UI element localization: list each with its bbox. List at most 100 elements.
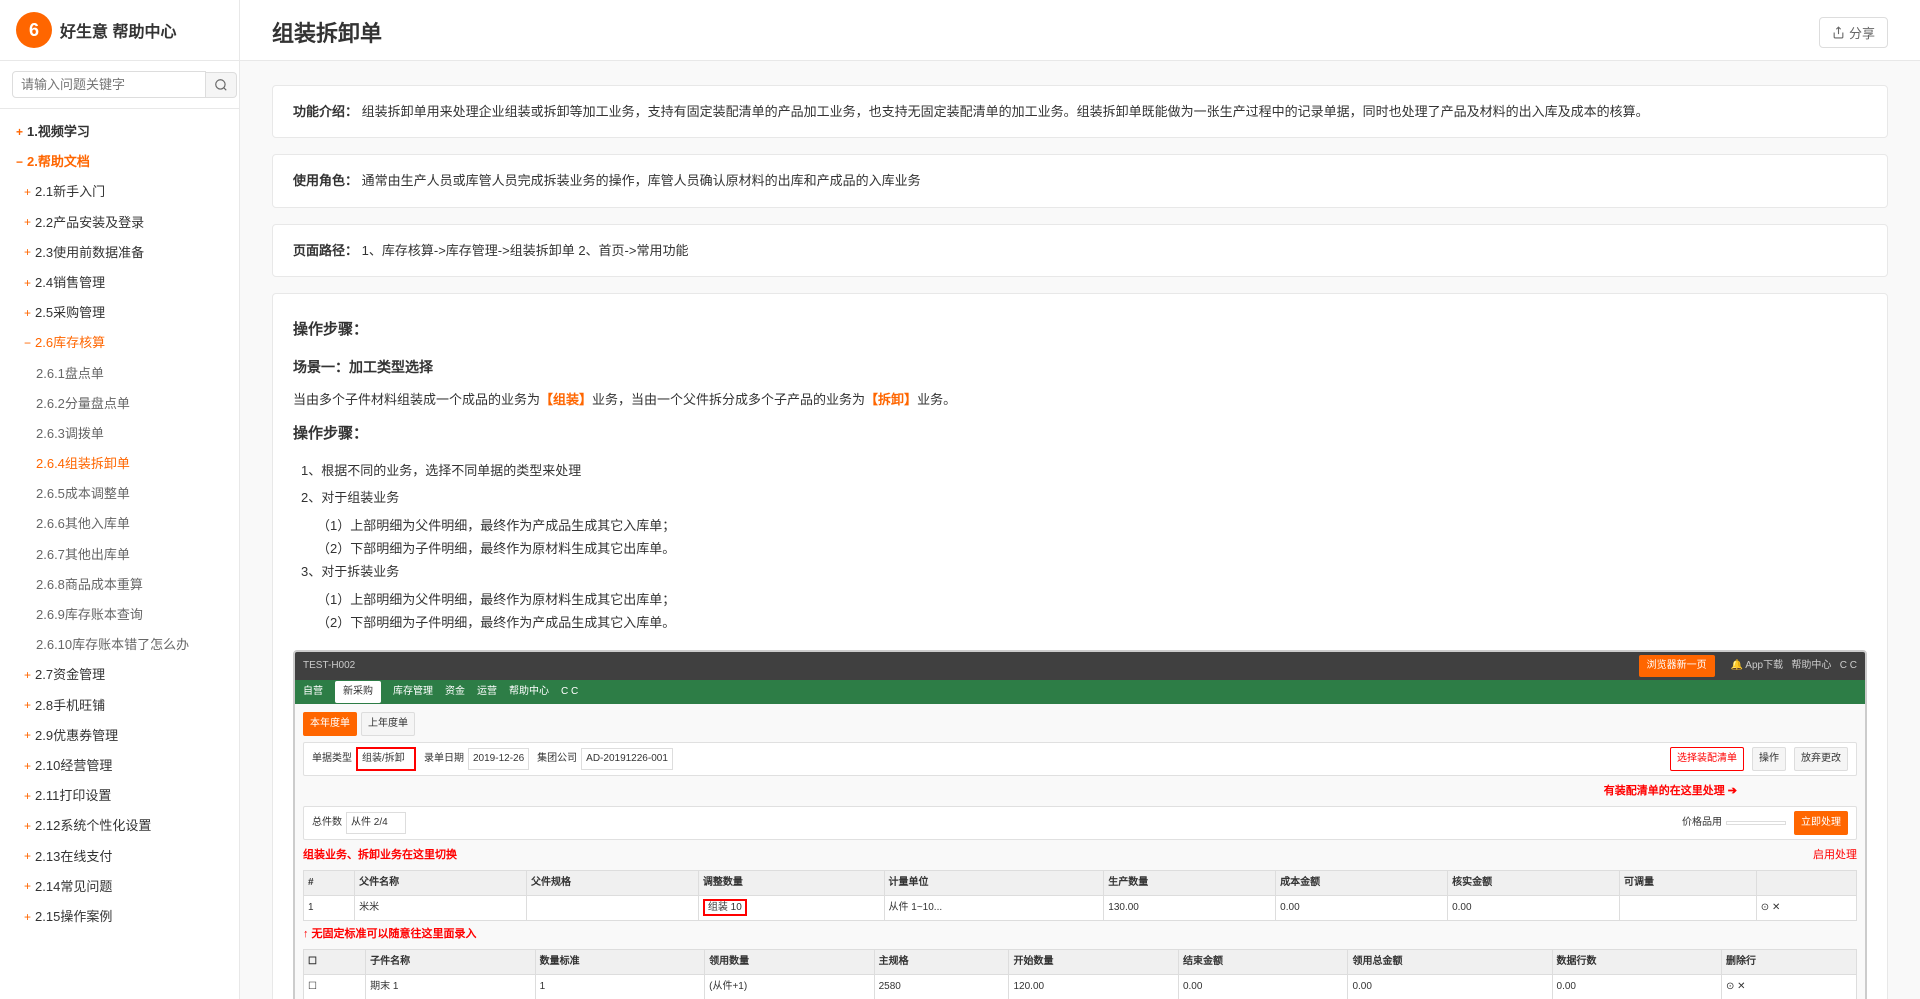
mock-toolbar2: 总件数 从件 2/4 价格品用 立即处理 <box>303 806 1857 840</box>
logo-title: 好生意 帮助中心 <box>60 18 176 42</box>
step3-sub1: （1）上部明细为父件明细，最终作为原材料生成其它出库单； <box>293 588 1867 611</box>
mock-annotation-input: ↑ 无固定标准可以随意往这里面录入 <box>303 925 1857 945</box>
sidebar-item-2.6.5[interactable]: 2.6.5成本调整单 <box>0 479 239 509</box>
sidebar-item-2.6.1[interactable]: 2.6.1盘点单 <box>0 359 239 389</box>
mock-table-upper: # 父件名称 父件规格 调整数量 计量单位 生产数量 成本金额 核实金额 可调量 <box>303 870 1857 921</box>
sidebar-item-2.7[interactable]: +2.7资金管理 <box>0 660 239 690</box>
search-icon <box>214 78 228 92</box>
mock-form-tabs: 本年度单 上年度单 <box>303 712 1857 736</box>
sidebar-item-2.6.2[interactable]: 2.6.2分量盘点单 <box>0 389 239 419</box>
mock-nav: 自营 新采购 库存管理 资金 运营 帮助中心 C C <box>295 680 1865 704</box>
mock-th-prod-qty: 生产数量 <box>1104 871 1276 896</box>
nav-item-label: 2.6.5成本调整单 <box>36 485 130 503</box>
sidebar-item-2.8[interactable]: +2.8手机旺铺 <box>0 691 239 721</box>
sidebar-item-2.5[interactable]: +2.5采购管理 <box>0 298 239 328</box>
sidebar: 6 好生意 帮助中心 +1.视频学习−2.帮助文档+2.1新手入门+2.2产品安… <box>0 0 240 999</box>
nav-item-label: 2.6.4组装拆卸单 <box>36 455 130 473</box>
plus-icon: + <box>24 275 31 292</box>
plus-icon: + <box>24 184 31 201</box>
feature-intro-text: 组装拆卸单用来处理企业组装或拆卸等加工业务，支持有固定装配清单的产品加工业务，也… <box>362 104 1649 119</box>
sidebar-item-2.6.6[interactable]: 2.6.6其他入库单 <box>0 509 239 539</box>
sidebar-item-2.12[interactable]: +2.12系统个性化设置 <box>0 811 239 841</box>
role-text: 通常由生产人员或库管人员完成拆装业务的操作，库管人员确认原材料的出库和产成品的入… <box>362 173 921 188</box>
nav-item-label: 2.11打印设置 <box>35 787 111 805</box>
mock-th-use-total: 领用总金额 <box>1348 949 1552 974</box>
ops-steps-title: 操作步骤： <box>293 316 1867 343</box>
nav-item-label: 2.15操作案例 <box>35 908 112 926</box>
nav-item-label: 2.6.8商品成本重算 <box>36 576 143 594</box>
mock-th-use-qty: 领用数量 <box>705 949 874 974</box>
search-button[interactable] <box>206 72 237 98</box>
step3-sub2: （2）下部明细为子件明细，最终作为产成品生成其它入库单。 <box>293 611 1867 634</box>
plus-icon: + <box>24 878 31 895</box>
step2-sub2: （2）下部明细为子件明细，最终作为原材料生成其它出库单。 <box>293 537 1867 560</box>
nav-item-label: 2.6.2分量盘点单 <box>36 395 130 413</box>
share-label: 分享 <box>1849 23 1875 42</box>
main-area: 组装拆卸单 分享 功能介绍： 组装拆卸单用来处理企业组装或拆卸等加工业务，支持有… <box>240 0 1920 999</box>
plus-icon: + <box>24 788 31 805</box>
nav-item-label: 2.6.1盘点单 <box>36 365 104 383</box>
sidebar-item-2.4[interactable]: +2.4销售管理 <box>0 268 239 298</box>
plus-icon: + <box>24 818 31 835</box>
sidebar-item-2.14[interactable]: +2.14常见问题 <box>0 872 239 902</box>
mock-nav-ziyng: 自营 <box>303 683 323 701</box>
mock-th-main-spec: 主规格 <box>874 949 1009 974</box>
role-block: 使用角色： 通常由生产人员或库管人员完成拆装业务的操作，库管人员确认原材料的出库… <box>272 154 1888 207</box>
mock-annotation-toggle: 组装业务、拆卸业务在这里切换 <box>303 846 457 866</box>
sidebar-item-2.2[interactable]: +2.2产品安装及登录 <box>0 208 239 238</box>
nav-item-label: 2.12系统个性化设置 <box>35 817 151 835</box>
mock-input-type: 组装/拆卸 <box>356 747 416 771</box>
sidebar-item-2.15[interactable]: +2.15操作案例 <box>0 902 239 932</box>
mock-topbar-id: TEST-H002 <box>303 657 355 675</box>
mock-th-rows: 数据行数 <box>1552 949 1721 974</box>
page-title: 组装拆卸单 <box>272 16 382 48</box>
sidebar-item-2.6.10[interactable]: 2.6.10库存账本错了怎么办 <box>0 630 239 660</box>
plus-icon: + <box>24 244 31 261</box>
mock-field-price-use: 价格品用 <box>1682 814 1786 832</box>
main-content: 功能介绍： 组装拆卸单用来处理企业组装或拆卸等加工业务，支持有固定装配清单的产品… <box>240 61 1920 999</box>
nav-item-label: 2.帮助文档 <box>27 153 90 171</box>
mock-input-price-use <box>1726 821 1786 825</box>
sidebar-item-2.6.9[interactable]: 2.6.9库存账本查询 <box>0 600 239 630</box>
table-row: 1 米米 组装 10 从件 1~10... 130.00 0.00 0.00 <box>304 896 1857 921</box>
nav-item-label: 2.14常见问题 <box>35 878 112 896</box>
sidebar-item-2.6.3[interactable]: 2.6.3调拨单 <box>0 419 239 449</box>
share-button[interactable]: 分享 <box>1819 17 1888 48</box>
ops-steps-sub-title: 操作步骤： <box>293 420 1867 447</box>
nav-item-label: 2.3使用前数据准备 <box>35 244 144 262</box>
search-input[interactable] <box>12 71 206 98</box>
screenshot-container: TEST-H002 浏览器新一页 🔔 App下载 帮助中心 C C 自营 新采购… <box>293 650 1867 999</box>
feature-intro-label: 功能介绍： <box>293 104 358 119</box>
minus-icon: − <box>16 154 23 171</box>
step2-sub1: （1）上部明细为父件明细，最终作为产成品生成其它入库单； <box>293 514 1867 537</box>
nav-item-label: 2.2产品安装及登录 <box>35 214 144 232</box>
sidebar-item-2.6.7[interactable]: 2.6.7其他出库单 <box>0 540 239 570</box>
nav-item-label: 2.6.6其他入库单 <box>36 515 130 533</box>
nav-item-label: 2.13在线支付 <box>35 848 112 866</box>
sidebar-item-2.3[interactable]: +2.3使用前数据准备 <box>0 238 239 268</box>
nav-tree: +1.视频学习−2.帮助文档+2.1新手入门+2.2产品安装及登录+2.3使用前… <box>0 109 239 999</box>
sidebar-item-2[interactable]: −2.帮助文档 <box>0 147 239 177</box>
mock-nav-zijin: 资金 <box>445 683 465 701</box>
feature-intro-block: 功能介绍： 组装拆卸单用来处理企业组装或拆卸等加工业务，支持有固定装配清单的产品… <box>272 85 1888 138</box>
scenario1-title: 场景一：加工类型选择 <box>293 355 1867 380</box>
mock-th-qty-adj: 调整数量 <box>698 871 884 896</box>
sidebar-item-2.9[interactable]: +2.9优惠券管理 <box>0 721 239 751</box>
sidebar-item-2.10[interactable]: +2.10经营管理 <box>0 751 239 781</box>
plus-icon: + <box>24 214 31 231</box>
mock-btn-cancel: 放弃更改 <box>1794 747 1848 771</box>
sidebar-item-2.6[interactable]: −2.6库存核算 <box>0 328 239 358</box>
sidebar-item-1[interactable]: +1.视频学习 <box>0 117 239 147</box>
mock-th-end-amt: 结束金额 <box>1178 949 1347 974</box>
sidebar-item-2.1[interactable]: +2.1新手入门 <box>0 177 239 207</box>
step3: 3、对于拆装业务 <box>293 560 1867 583</box>
sidebar-item-2.11[interactable]: +2.11打印设置 <box>0 781 239 811</box>
mock-field-group: 集团公司 AD-20191226-001 <box>537 748 673 770</box>
sidebar-item-2.6.4[interactable]: 2.6.4组装拆卸单 <box>0 449 239 479</box>
nav-item-label: 2.8手机旺铺 <box>35 697 105 715</box>
mock-th-ops <box>1756 871 1856 896</box>
logo-icon: 6 <box>16 12 52 48</box>
mock-input-number: AD-20191226-001 <box>581 748 673 770</box>
sidebar-item-2.13[interactable]: +2.13在线支付 <box>0 842 239 872</box>
sidebar-item-2.6.8[interactable]: 2.6.8商品成本重算 <box>0 570 239 600</box>
